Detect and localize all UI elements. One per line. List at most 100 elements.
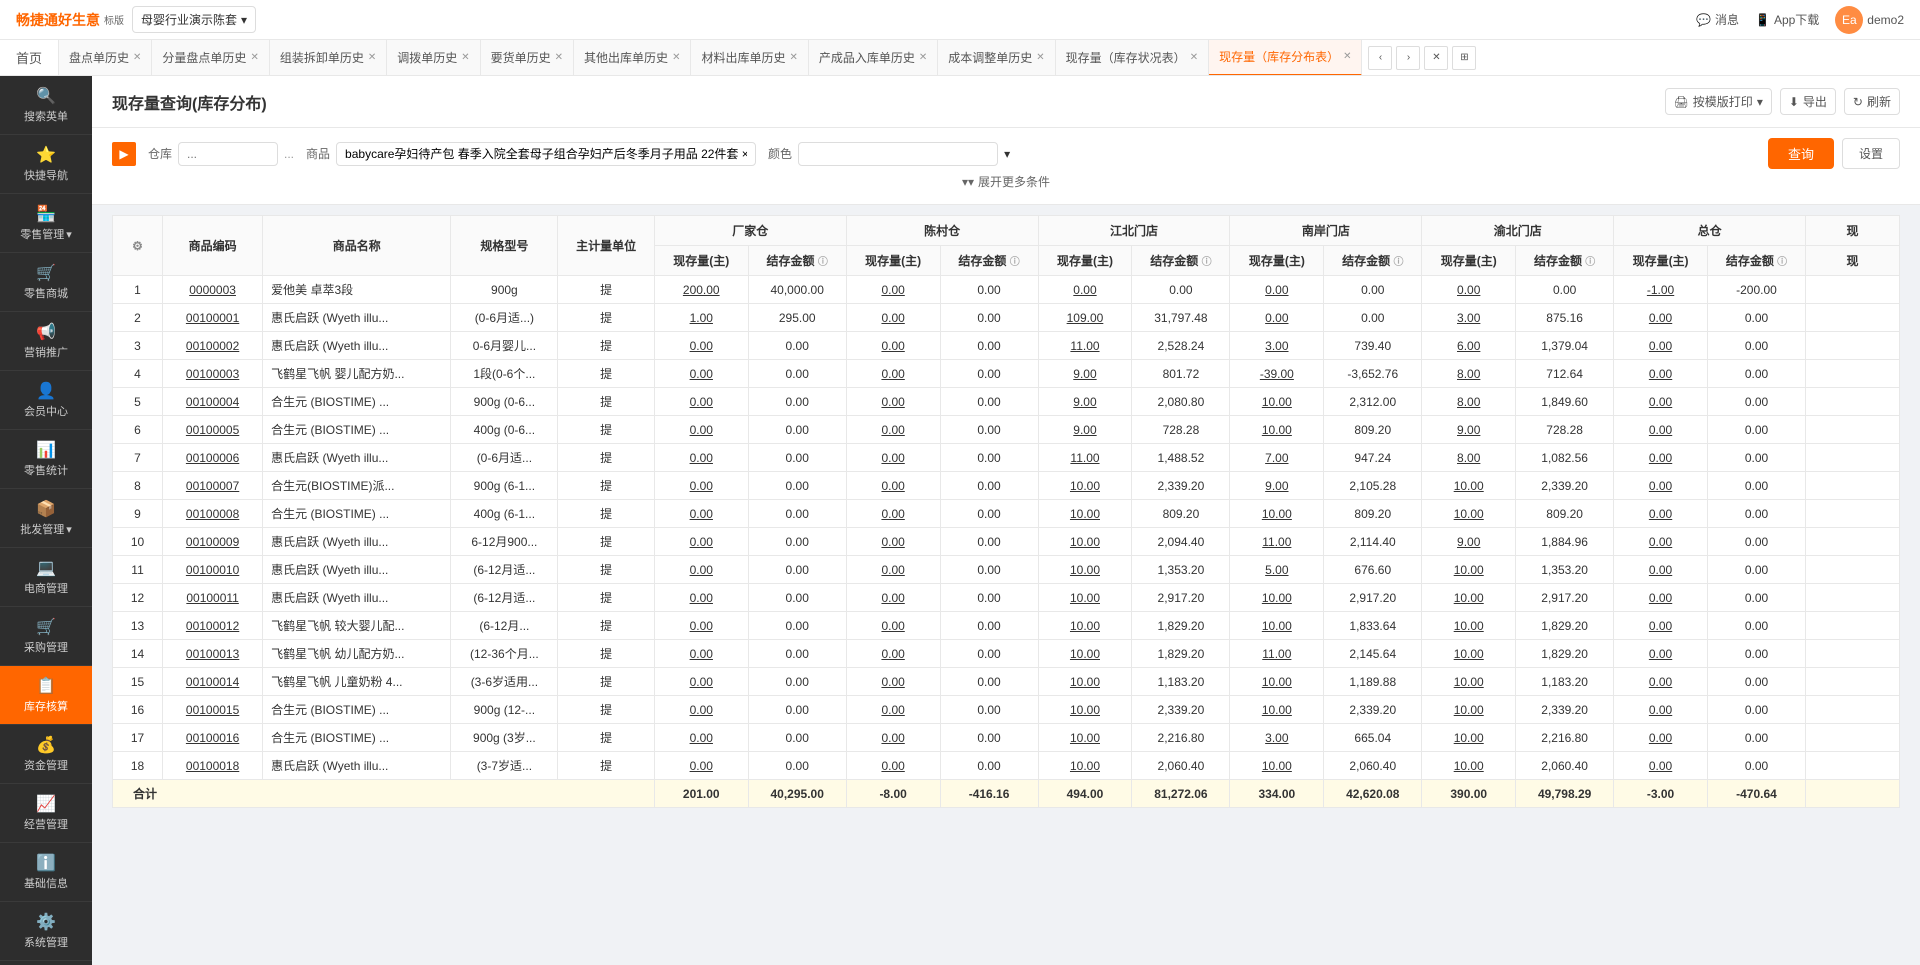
chevron-color-icon: ▾: [1004, 147, 1010, 161]
row-unit: 提: [558, 640, 654, 668]
tab-close-chenben[interactable]: ✕: [1036, 52, 1044, 63]
settings-icon[interactable]: ⚙: [132, 239, 143, 253]
tab-close-all-btn[interactable]: ✕: [1424, 46, 1448, 70]
row-cur: [1806, 304, 1900, 332]
row-fac-stock: 0.00: [654, 584, 748, 612]
row-yb-amount: 2,216.80: [1516, 724, 1614, 752]
th-cur: 现: [1806, 246, 1900, 276]
sidebar-item-operation[interactable]: 📈 经营管理: [0, 784, 92, 843]
sidebar-item-marketing[interactable]: 📢 营销推广: [0, 312, 92, 371]
tab-close-chancheng[interactable]: ✕: [919, 52, 927, 63]
sidebar-item-search[interactable]: 🔍 搜索英单: [0, 76, 92, 135]
th-na-amount: 结存金额 ⓘ: [1324, 246, 1422, 276]
row-tot-stock: -1.00: [1614, 276, 1708, 304]
sidebar-item-retail-stat[interactable]: 📊 零售统计: [0, 430, 92, 489]
row-cb-amount: 0.00: [940, 276, 1038, 304]
tab-chenben[interactable]: 成本调整单历史 ✕: [938, 40, 1055, 76]
tab-close-liachu[interactable]: ✕: [789, 52, 797, 63]
row-fac-stock: 0.00: [654, 724, 748, 752]
row-jb-amount: 0.00: [1132, 276, 1230, 304]
table-row: 1 0000003 爱他美 卓萃3段 900g 提 200.00 40,000.…: [113, 276, 1900, 304]
row-cb-stock: 0.00: [846, 668, 940, 696]
store-selector[interactable]: 母婴行业演示陈套 ▾: [132, 6, 256, 33]
warehouse-input[interactable]: [178, 142, 278, 166]
sidebar-item-wholesale[interactable]: 📦 批发管理 ▾: [0, 489, 92, 548]
tab-tiaob[interactable]: 调拨单历史 ✕: [387, 40, 480, 76]
action-buttons: 查询 设置: [1768, 138, 1900, 169]
sidebar-item-inventory[interactable]: 📋 库存核算: [0, 666, 92, 725]
row-name: 惠氏启跃 (Wyeth illu...: [263, 528, 451, 556]
print-btn[interactable]: 🖨 按模版打印 ▾: [1665, 88, 1772, 115]
tab-close-qitachu[interactable]: ✕: [672, 52, 680, 63]
tab-close-fenpandian[interactable]: ✕: [250, 52, 258, 63]
sidebar-item-finance[interactable]: 💰 资金管理: [0, 725, 92, 784]
sidebar: 🔍 搜索英单 ⭐ 快捷导航 🏪 零售管理 ▾ 🛒 零售商城 📢 营销推广 👤 会…: [0, 76, 92, 965]
row-spec: 1段(0-6个...: [451, 360, 558, 388]
search-icon: 🔍: [4, 86, 88, 106]
user-area[interactable]: Ea demo2: [1835, 6, 1904, 34]
summary-na-amount: 42,620.08: [1324, 780, 1422, 808]
summary-cb-stock: -8.00: [846, 780, 940, 808]
row-cur: [1806, 668, 1900, 696]
tab-close-yaohuo[interactable]: ✕: [555, 52, 563, 63]
tab-xiancun-kuangtable[interactable]: 现存量（库存状况表） ✕: [1056, 40, 1209, 76]
sidebar-item-collab[interactable]: 🤝 企业协同: [0, 961, 92, 965]
row-jb-stock: 10.00: [1038, 500, 1132, 528]
row-yb-amount: 1,183.20: [1516, 668, 1614, 696]
tab-liachu[interactable]: 材料出库单历史 ✕: [691, 40, 808, 76]
sidebar-item-basic[interactable]: ℹ️ 基础信息: [0, 843, 92, 902]
tab-close-tiaob[interactable]: ✕: [461, 52, 469, 63]
tab-fenpandian[interactable]: 分量盘点单历史 ✕: [152, 40, 269, 76]
row-jb-amount: 1,488.52: [1132, 444, 1230, 472]
expand-conditions-btn[interactable]: ▾▾ 展开更多条件: [112, 169, 1900, 194]
sidebar-item-ecommerce[interactable]: 💻 电商管理: [0, 548, 92, 607]
operation-icon: 📈: [4, 794, 88, 814]
row-spec: 6-12月900...: [451, 528, 558, 556]
tab-close-kuangtable[interactable]: ✕: [1190, 52, 1198, 63]
setting-button[interactable]: 设置: [1842, 138, 1900, 169]
row-yb-stock: 10.00: [1422, 668, 1516, 696]
sidebar-item-system[interactable]: ⚙️ 系统管理: [0, 902, 92, 961]
table-area[interactable]: ⚙ 商品编码 商品名称 规格型号 主计量单位 厂家仓 陈村仓 江北门店 南岸门店…: [92, 205, 1920, 965]
row-yb-stock: 0.00: [1422, 276, 1516, 304]
refresh-btn[interactable]: ↻ 刷新: [1844, 88, 1900, 115]
sidebar-item-retail-mgmt[interactable]: 🏪 零售管理 ▾: [0, 194, 92, 253]
tab-xiancun-fenbutable[interactable]: 现存量（库存分布表） ✕: [1209, 40, 1362, 76]
row-na-amount: 809.20: [1324, 500, 1422, 528]
row-na-amount: 1,833.64: [1324, 612, 1422, 640]
color-input[interactable]: [798, 142, 998, 166]
sidebar-item-mall[interactable]: 🛒 零售商城: [0, 253, 92, 312]
tab-qitachu[interactable]: 其他出库单历史 ✕: [574, 40, 691, 76]
tab-zuzhechaichu[interactable]: 组装拆卸单历史 ✕: [270, 40, 387, 76]
tab-next-btn[interactable]: ›: [1396, 46, 1420, 70]
messages-btn[interactable]: 💬 消息: [1696, 11, 1739, 28]
row-na-amount: 676.60: [1324, 556, 1422, 584]
row-fac-stock: 0.00: [654, 388, 748, 416]
tab-close-pandian[interactable]: ✕: [133, 52, 141, 63]
tab-prev-btn[interactable]: ‹: [1368, 46, 1392, 70]
tab-close-fenbutable[interactable]: ✕: [1343, 51, 1351, 62]
tab-pandian[interactable]: 盘点单历史 ✕: [59, 40, 152, 76]
tab-home[interactable]: 首页: [0, 40, 59, 76]
sidebar-item-purchase[interactable]: 🛒 采购管理: [0, 607, 92, 666]
tab-close-zuzhechaichu[interactable]: ✕: [368, 52, 376, 63]
sidebar-item-member[interactable]: 👤 会员中心: [0, 371, 92, 430]
tab-expand-btn[interactable]: ⊞: [1452, 46, 1476, 70]
sidebar-item-nav[interactable]: ⭐ 快捷导航: [0, 135, 92, 194]
tab-yaohuo[interactable]: 要货单历史 ✕: [481, 40, 574, 76]
mall-icon: 🛒: [4, 263, 88, 283]
row-jb-amount: 2,216.80: [1132, 724, 1230, 752]
row-cb-amount: 0.00: [940, 640, 1038, 668]
app-download-btn[interactable]: 📱 App下载: [1755, 11, 1819, 28]
row-name: 合生元(BIOSTIME)派...: [263, 472, 451, 500]
filter-toggle-btn[interactable]: ▶: [112, 142, 136, 166]
goods-input[interactable]: [336, 142, 756, 166]
tab-nav-area: ‹ › ✕ ⊞: [1362, 46, 1482, 70]
row-yb-amount: 0.00: [1516, 276, 1614, 304]
row-fac-amount: 0.00: [748, 724, 846, 752]
search-button[interactable]: 查询: [1768, 138, 1834, 169]
tab-chancheng[interactable]: 产成品入库单历史 ✕: [809, 40, 938, 76]
row-fac-amount: 0.00: [748, 500, 846, 528]
export-btn[interactable]: ⬇ 导出: [1780, 88, 1836, 115]
row-unit: 提: [558, 416, 654, 444]
